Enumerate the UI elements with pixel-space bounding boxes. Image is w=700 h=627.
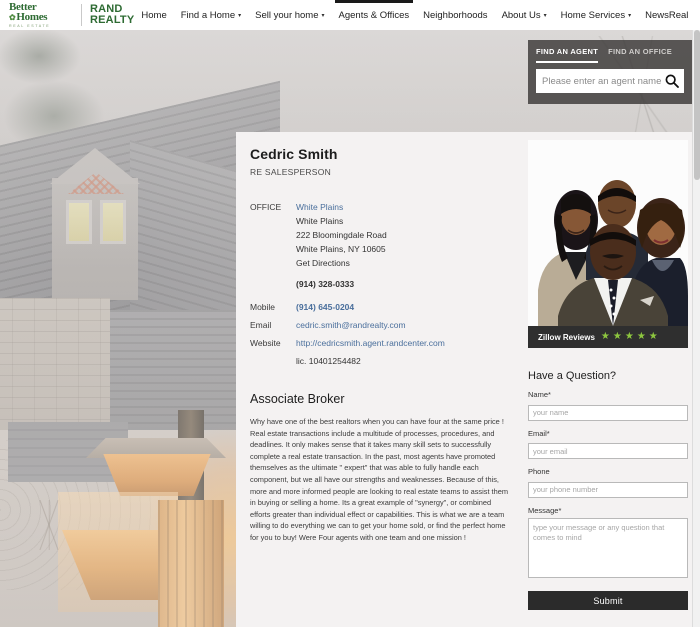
email-label: Email	[250, 320, 272, 330]
nav-item-sell-your-home[interactable]: Sell your home ▾	[248, 0, 331, 30]
nav-label: Neighborhoods	[423, 9, 488, 21]
address-line-2: 222 Bloomingdale Road	[296, 230, 387, 240]
star-icon: ★	[612, 331, 622, 342]
star-icon: ★	[600, 331, 610, 342]
email-input[interactable]	[528, 443, 688, 459]
address-line-1: White Plains	[296, 216, 344, 226]
get-directions-link[interactable]: Get Directions	[296, 256, 512, 270]
website-link[interactable]: http://cedricsmith.agent.randcenter.com	[296, 336, 445, 350]
bio-text: Why have one of the best realtors when y…	[250, 417, 508, 542]
nav-label: Agents & Offices	[338, 9, 410, 21]
name-input[interactable]	[528, 404, 688, 421]
page-scrollbar[interactable]	[692, 30, 700, 627]
nav-label: Home	[141, 9, 167, 21]
address-line-3: White Plains, NY 10605	[296, 244, 386, 254]
message-field-label: Message*	[528, 506, 688, 515]
agent-photo-frame: Zillow Reviews ★ ★ ★ ★ ★	[528, 140, 688, 348]
nav-item-home[interactable]: Home	[134, 0, 173, 30]
contact-form: Have a Question? Name* Email* Phone Mess…	[528, 370, 688, 610]
logo-line-2: ✿ Homes	[9, 12, 73, 23]
zillow-reviews-label: Zillow Reviews	[538, 332, 595, 342]
agent-role: RE SALESPERSON	[250, 167, 331, 177]
tab-find-an-agent[interactable]: FIND AN AGENT	[536, 47, 599, 63]
site-logo[interactable]: Better ✿ Homes REAL ESTATE RAND REALTY	[0, 2, 135, 29]
nav-item-agents-and-offices[interactable]: Agents & Offices	[332, 0, 417, 30]
email-label-text: Email	[528, 428, 547, 438]
message-textarea[interactable]	[528, 517, 688, 578]
star-rating: ★ ★ ★ ★ ★	[601, 332, 658, 342]
search-icon[interactable]	[664, 73, 680, 89]
nav-item-find-a-home[interactable]: Find a Home ▾	[174, 0, 248, 30]
required-marker: *	[548, 390, 551, 399]
star-icon: ★	[648, 331, 658, 342]
nav-item-home-services[interactable]: Home Services ▾	[554, 0, 638, 30]
office-row: OFFICE White Plains	[250, 200, 512, 214]
mobile-label: Mobile	[250, 302, 276, 312]
nav-item-more[interactable]: More ▾	[695, 0, 700, 30]
page-root: Better ✿ Homes REAL ESTATE RAND REALTY H…	[0, 0, 700, 627]
bio-section-title: Associate Broker	[250, 392, 345, 406]
agent-profile-card: Cedric Smith RE SALESPERSON OFFICE White…	[236, 132, 692, 627]
message-label-text: Message	[528, 505, 559, 515]
nav-item-neighborhoods[interactable]: Neighborhoods	[416, 0, 494, 30]
email-field-label: Email*	[528, 429, 688, 438]
name-label-text: Name	[528, 390, 549, 399]
leaf-icon: ✿	[9, 13, 16, 22]
required-marker: *	[558, 505, 562, 515]
agent-media-column: Zillow Reviews ★ ★ ★ ★ ★ Have a Question…	[526, 132, 692, 627]
required-marker: *	[546, 428, 550, 438]
better-homes-logo: Better ✿ Homes REAL ESTATE	[9, 2, 73, 29]
nav-item-newsreal[interactable]: NewsReal	[638, 0, 695, 30]
office-link[interactable]: White Plains	[296, 200, 343, 214]
website-label: Website	[250, 338, 281, 348]
top-navigation-bar: Better ✿ Homes REAL ESTATE RAND REALTY H…	[0, 0, 692, 30]
chevron-down-icon: ▾	[321, 12, 325, 19]
rand-realty-logo: RAND REALTY	[90, 3, 135, 27]
phone-input[interactable]	[528, 481, 688, 498]
scrollbar-thumb[interactable]	[694, 30, 700, 180]
website-row: Website http://cedricsmith.agent.randcen…	[250, 336, 512, 350]
star-icon: ★	[636, 331, 646, 342]
mobile-row: Mobile (914) 645-0204	[250, 300, 512, 314]
search-input[interactable]	[542, 75, 664, 87]
search-input-wrapper	[536, 69, 684, 93]
nav-item-about-us[interactable]: About Us ▾	[495, 0, 554, 30]
logo-divider	[81, 4, 82, 26]
zillow-reviews-bar[interactable]: Zillow Reviews ★ ★ ★ ★ ★	[528, 326, 688, 348]
mobile-phone-link[interactable]: (914) 645-0204	[296, 300, 354, 314]
search-tabs: FIND AN AGENT FIND AN OFFICE	[536, 47, 684, 63]
nav-label: NewsReal	[645, 9, 689, 21]
logo-line-2-text: Homes	[16, 11, 48, 23]
star-icon: ★	[624, 331, 634, 342]
tab-find-an-office[interactable]: FIND AN OFFICE	[608, 47, 672, 63]
chevron-down-icon: ▾	[628, 12, 632, 19]
chevron-down-icon: ▾	[238, 12, 242, 19]
logo-line-3: REAL ESTATE	[9, 24, 51, 28]
nav-label: Sell your home	[255, 9, 319, 21]
phone-field-label: Phone	[528, 467, 550, 476]
agent-name: Cedric Smith	[250, 146, 338, 162]
submit-button[interactable]: Submit	[528, 591, 688, 610]
chevron-down-icon: ▾	[543, 12, 547, 19]
nav-label: Find a Home	[180, 9, 236, 21]
main-menu: Home Find a Home ▾ Sell your home ▾ Agen…	[134, 0, 700, 30]
agent-details-column: Cedric Smith RE SALESPERSON OFFICE White…	[236, 132, 526, 627]
agent-contact-info: OFFICE White Plains White Plains 222 Blo…	[250, 200, 512, 368]
form-title: Have a Question?	[528, 370, 617, 382]
nav-label: About Us	[501, 9, 541, 21]
email-row: Email cedric.smith@randrealty.com	[250, 318, 512, 332]
license-number: lic. 10401254482	[296, 356, 361, 366]
team-portrait-illustration	[528, 140, 688, 348]
office-phone-link[interactable]: (914) 328-0333	[296, 277, 512, 291]
partner-line-2: REALTY	[90, 14, 135, 26]
name-field-label: Name*	[528, 390, 688, 399]
email-link[interactable]: cedric.smith@randrealty.com	[296, 318, 406, 332]
agent-search-panel: FIND AN AGENT FIND AN OFFICE	[528, 40, 692, 104]
office-label: OFFICE	[250, 202, 282, 212]
nav-label: Home Services	[560, 9, 626, 21]
agent-team-photo	[528, 140, 688, 348]
